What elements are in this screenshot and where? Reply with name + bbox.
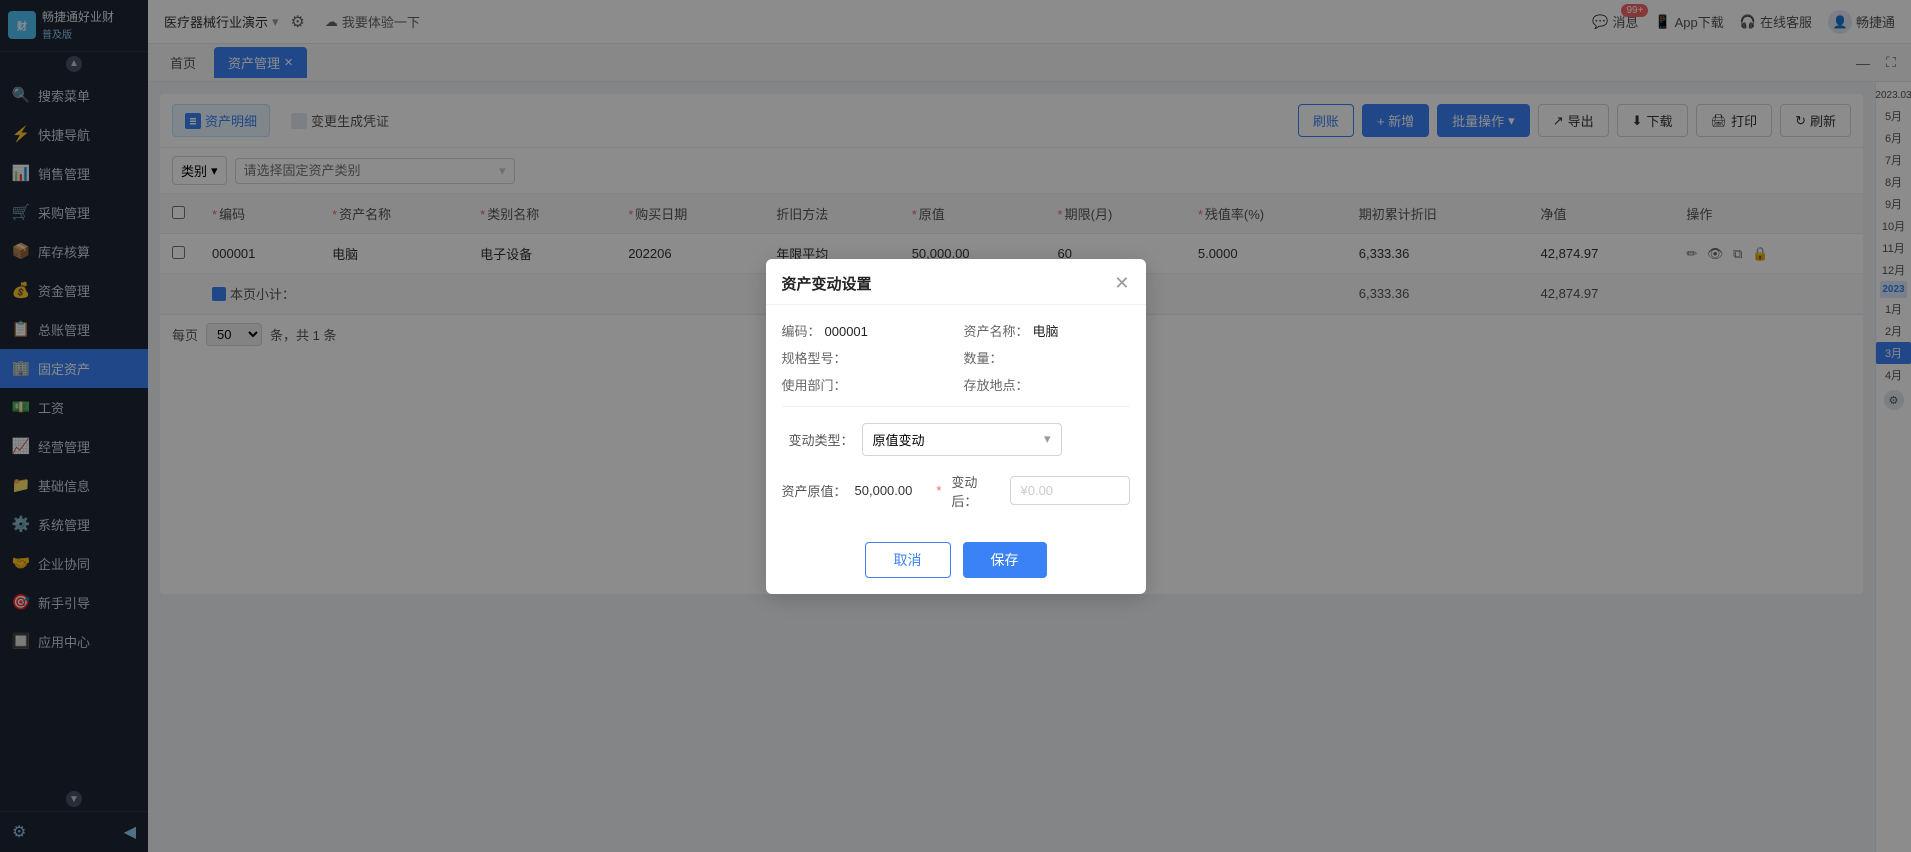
modal-divider	[782, 406, 1130, 407]
change-type-chevron-icon: ▾	[1044, 431, 1051, 447]
modal-overlay: 资产变动设置 ✕ 编码： 000001 资产名称： 电脑 规格型号： 数量：	[0, 0, 1911, 852]
modal-department-item: 使用部门：	[782, 375, 948, 394]
modal-code-value: 000001	[825, 324, 868, 339]
modal-asset-name-label: 资产名称：	[964, 321, 1029, 340]
modal-body: 编码： 000001 资产名称： 电脑 规格型号： 数量： 使用部门：	[766, 305, 1146, 542]
original-value-row: 资产原值： 50,000.00 * 变动后：	[782, 472, 1130, 510]
change-type-row: 变动类型： 原值变动 ▾	[782, 423, 1130, 456]
modal-dept-label: 使用部门：	[782, 375, 847, 394]
modal-code-item: 编码： 000001	[782, 321, 948, 340]
asset-change-modal: 资产变动设置 ✕ 编码： 000001 资产名称： 电脑 规格型号： 数量：	[766, 259, 1146, 594]
modal-spec-label: 规格型号：	[782, 348, 847, 367]
cancel-btn[interactable]: 取消	[865, 542, 951, 578]
modal-close-btn[interactable]: ✕	[1114, 273, 1129, 294]
modal-header: 资产变动设置 ✕	[766, 259, 1146, 305]
modal-code-label: 编码：	[782, 321, 821, 340]
save-btn[interactable]: 保存	[963, 542, 1047, 578]
change-type-label: 变动类型：	[782, 430, 854, 449]
change-type-value: 原值变动	[873, 430, 925, 449]
after-change-input[interactable]	[1010, 476, 1130, 505]
modal-spec-item: 规格型号：	[782, 348, 948, 367]
modal-location-label: 存放地点：	[964, 375, 1029, 394]
modal-info-grid: 编码： 000001 资产名称： 电脑 规格型号： 数量： 使用部门：	[782, 321, 1130, 394]
modal-asset-name-item: 资产名称： 电脑	[964, 321, 1130, 340]
original-value-display: 50,000.00	[855, 483, 913, 498]
modal-title: 资产变动设置	[782, 273, 872, 294]
modal-footer: 取消 保存	[766, 542, 1146, 594]
original-value-field-label: 资产原值：	[782, 481, 847, 500]
required-dot: *	[936, 483, 941, 498]
change-type-select[interactable]: 原值变动 ▾	[862, 423, 1062, 456]
modal-location-item: 存放地点：	[964, 375, 1130, 394]
modal-quantity-label: 数量：	[964, 348, 1003, 367]
modal-quantity-item: 数量：	[964, 348, 1130, 367]
after-change-label: 变动后：	[951, 472, 997, 510]
modal-asset-name-value: 电脑	[1033, 321, 1059, 340]
